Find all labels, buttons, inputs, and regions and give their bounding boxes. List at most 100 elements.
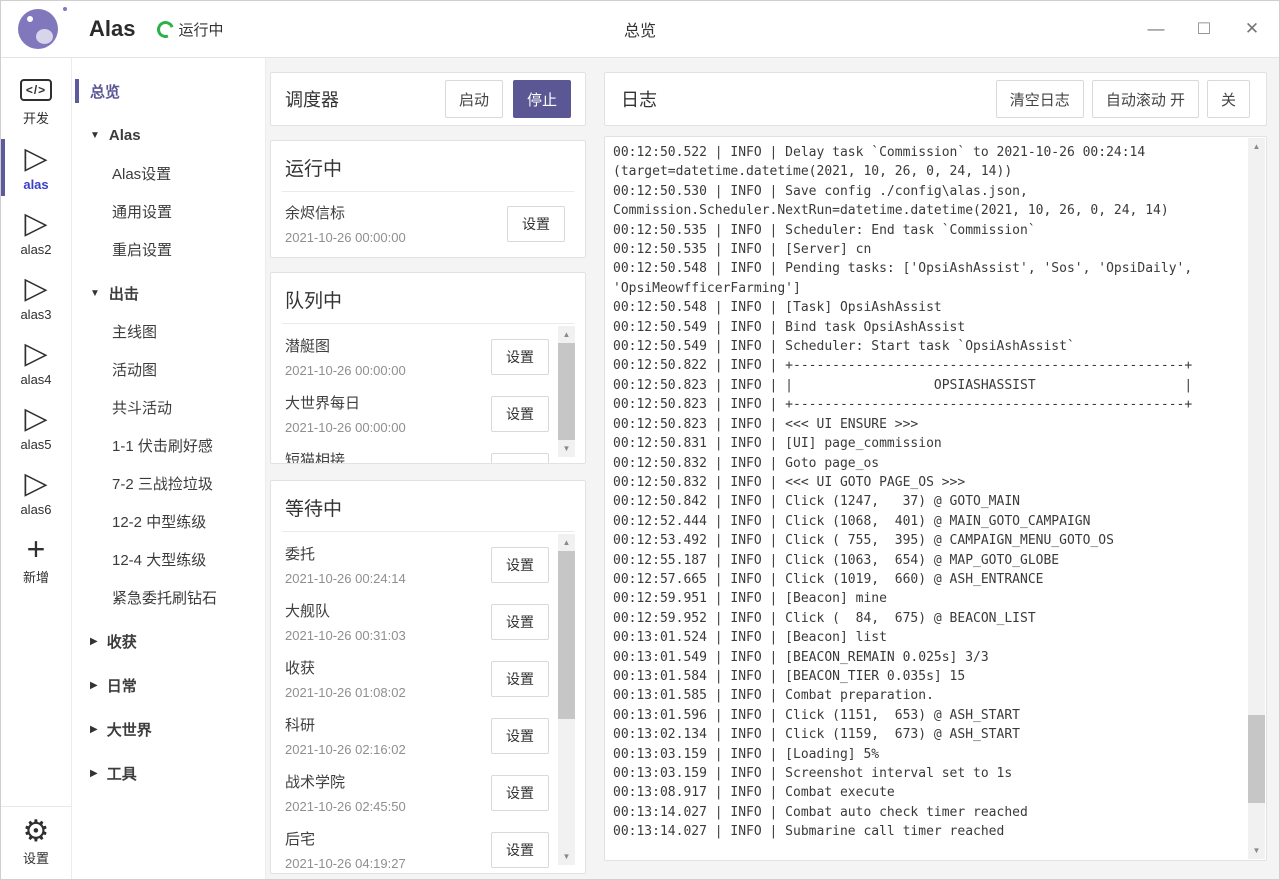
- menu-arrow-icon: ▶: [90, 724, 98, 735]
- task-row: 短猫相接 2021-10-26 00:00:00 设置: [285, 440, 549, 463]
- log-title: 日志: [621, 86, 657, 112]
- scrollbar-thumb[interactable]: [558, 551, 575, 719]
- menu-item[interactable]: 1-1 伏击刷好感: [72, 426, 265, 464]
- menu-item[interactable]: Alas设置: [72, 154, 265, 192]
- task-setting-button[interactable]: 设置: [491, 775, 549, 811]
- start-button[interactable]: 启动: [445, 80, 503, 118]
- task-setting-button[interactable]: 设置: [491, 718, 549, 754]
- menu-item[interactable]: 重启设置: [72, 230, 265, 268]
- log-line: 00:12:50.832 | INFO | Goto page_os: [613, 454, 1244, 473]
- scrollbar-thumb[interactable]: [1248, 715, 1265, 803]
- menu-arrow-icon: ▶: [90, 636, 98, 647]
- close-icon[interactable]: ✕: [1241, 19, 1263, 39]
- log-line: 00:12:53.492 | INFO | Click ( 755, 395) …: [613, 531, 1244, 550]
- menu-item-label: Alas设置: [112, 163, 171, 184]
- autoscroll-toggle-button[interactable]: 自动滚动 开: [1092, 80, 1199, 118]
- menu-item-label: Alas: [109, 127, 141, 144]
- menu-item[interactable]: ▼ 出击: [72, 274, 265, 312]
- log-line: 00:13:01.585 | INFO | Combat preparation…: [613, 686, 1244, 705]
- task-setting-button[interactable]: 设置: [491, 453, 549, 464]
- task-setting-button[interactable]: 设置: [491, 339, 549, 375]
- profile-list: </> 开发 ▷ alas ▷: [1, 58, 71, 806]
- scroll-down-icon[interactable]: ▼: [558, 848, 575, 865]
- scheduler-status-label: 运行中: [178, 19, 223, 40]
- log-line: 00:13:14.027 | INFO | Combat auto check …: [613, 803, 1244, 822]
- menu-item[interactable]: 活动图: [72, 350, 265, 388]
- log-line: 00:12:50.549 | INFO | Scheduler: Start t…: [613, 337, 1244, 356]
- scroll-up-icon[interactable]: ▲: [1248, 138, 1265, 155]
- scroll-down-icon[interactable]: ▼: [558, 440, 575, 457]
- log-line: 00:12:50.535 | INFO | Scheduler: End tas…: [613, 221, 1244, 240]
- task-row: 委托 2021-10-26 00:24:14 设置: [285, 534, 549, 591]
- settings-entry[interactable]: ⚙ 设置: [1, 806, 71, 879]
- task-name: 委托: [285, 543, 491, 564]
- log-line: 00:12:50.548 | INFO | [Task] OpsiAshAssi…: [613, 298, 1244, 317]
- running-title: 运行中: [271, 141, 585, 191]
- profile-icon-glyph: ▷: [24, 469, 47, 499]
- profile-item[interactable]: ▷ alas: [1, 137, 71, 198]
- task-name: 大世界每日: [285, 392, 491, 413]
- menu-item[interactable]: ▼ Alas: [72, 116, 265, 154]
- task-setting-button[interactable]: 设置: [491, 547, 549, 583]
- minimize-icon[interactable]: —: [1145, 19, 1167, 39]
- menu-item[interactable]: 12-2 中型练级: [72, 502, 265, 540]
- profile-item[interactable]: ▷ alas3: [1, 267, 71, 328]
- autoscroll-off-button[interactable]: 关: [1207, 80, 1250, 118]
- task-name: 短猫相接: [285, 449, 491, 463]
- menu-item-label: 7-2 三战捡垃圾: [112, 473, 213, 494]
- menu-item[interactable]: 12-4 大型练级: [72, 540, 265, 578]
- menu-item[interactable]: 7-2 三战捡垃圾: [72, 464, 265, 502]
- clear-log-button[interactable]: 清空日志: [996, 80, 1084, 118]
- menu-item[interactable]: 共斗活动: [72, 388, 265, 426]
- log-line: 00:13:03.159 | INFO | Screenshot interva…: [613, 764, 1244, 783]
- profile-item[interactable]: ▷ alas6: [1, 462, 71, 523]
- scrollbar-thumb[interactable]: [558, 343, 575, 440]
- menu-item-label: 1-1 伏击刷好感: [112, 435, 213, 456]
- waiting-card: 等待中 委托 2021-10-26 00:24:14 设置: [270, 480, 586, 874]
- scroll-down-icon[interactable]: ▼: [1248, 842, 1265, 859]
- task-setting-button[interactable]: 设置: [491, 832, 549, 868]
- menu-item[interactable]: ▶ 收获: [72, 622, 265, 660]
- queued-task-list: 潜艇图 2021-10-26 00:00:00 设置 大世界每日 2021-10…: [271, 324, 585, 463]
- scroll-up-icon[interactable]: ▲: [558, 534, 575, 551]
- profile-icon: ▷: [24, 339, 47, 369]
- task-row: 后宅 2021-10-26 04:19:27 设置: [285, 819, 549, 873]
- task-setting-button[interactable]: 设置: [491, 396, 549, 432]
- profile-item[interactable]: ▷ alas2: [1, 202, 71, 263]
- log-scrollbar[interactable]: ▲ ▼: [1248, 138, 1265, 859]
- task-setting-button[interactable]: 设置: [491, 661, 549, 697]
- profile-icon-glyph: ▷: [24, 404, 47, 434]
- menu-item[interactable]: ▶ 工具: [72, 754, 265, 792]
- app-window: Alas 运行中 总览 — □ ✕ </> 开发: [0, 0, 1280, 880]
- menu-item[interactable]: 主线图: [72, 312, 265, 350]
- menu-item-label: 重启设置: [112, 239, 172, 260]
- scroll-up-icon[interactable]: ▲: [558, 326, 575, 343]
- task-setting-button[interactable]: 设置: [491, 604, 549, 640]
- menu-item-label: 共斗活动: [112, 397, 172, 418]
- log-line: 00:13:01.549 | INFO | [BEACON_REMAIN 0.0…: [613, 648, 1244, 667]
- profile-icon-glyph: ▷: [24, 144, 47, 174]
- menu-item[interactable]: ▶ 大世界: [72, 710, 265, 748]
- task-next-run-time: 2021-10-26 00:00:00: [285, 420, 491, 435]
- queued-card: 队列中 潜艇图 2021-10-26 00:00:00 设置: [270, 272, 586, 464]
- stop-button[interactable]: 停止: [513, 80, 571, 118]
- menu-item[interactable]: 通用设置: [72, 192, 265, 230]
- task-name: 科研: [285, 714, 491, 735]
- task-setting-button[interactable]: 设置: [507, 206, 565, 242]
- waiting-scrollbar[interactable]: ▲ ▼: [558, 534, 575, 865]
- profile-item[interactable]: ▷ alas4: [1, 332, 71, 393]
- menu-item[interactable]: 总览: [72, 72, 265, 110]
- queued-scrollbar[interactable]: ▲ ▼: [558, 326, 575, 457]
- menu-item-label: 收获: [107, 631, 137, 652]
- maximize-icon[interactable]: □: [1193, 18, 1215, 40]
- profile-item[interactable]: + 新增: [1, 527, 71, 592]
- menu-item[interactable]: ▶ 日常: [72, 666, 265, 704]
- profile-item[interactable]: ▷ alas5: [1, 397, 71, 458]
- log-line: 00:12:50.522 | INFO | Delay task `Commis…: [613, 143, 1244, 182]
- log-line: 00:13:14.027 | INFO | Submarine call tim…: [613, 822, 1244, 841]
- menu-item-label: 12-2 中型练级: [112, 511, 206, 532]
- profile-item[interactable]: </> 开发: [1, 68, 71, 133]
- menu-item-label: 大世界: [107, 719, 152, 740]
- log-line: 00:13:03.159 | INFO | [Loading] 5%: [613, 745, 1244, 764]
- menu-item[interactable]: 紧急委托刷钻石: [72, 578, 265, 616]
